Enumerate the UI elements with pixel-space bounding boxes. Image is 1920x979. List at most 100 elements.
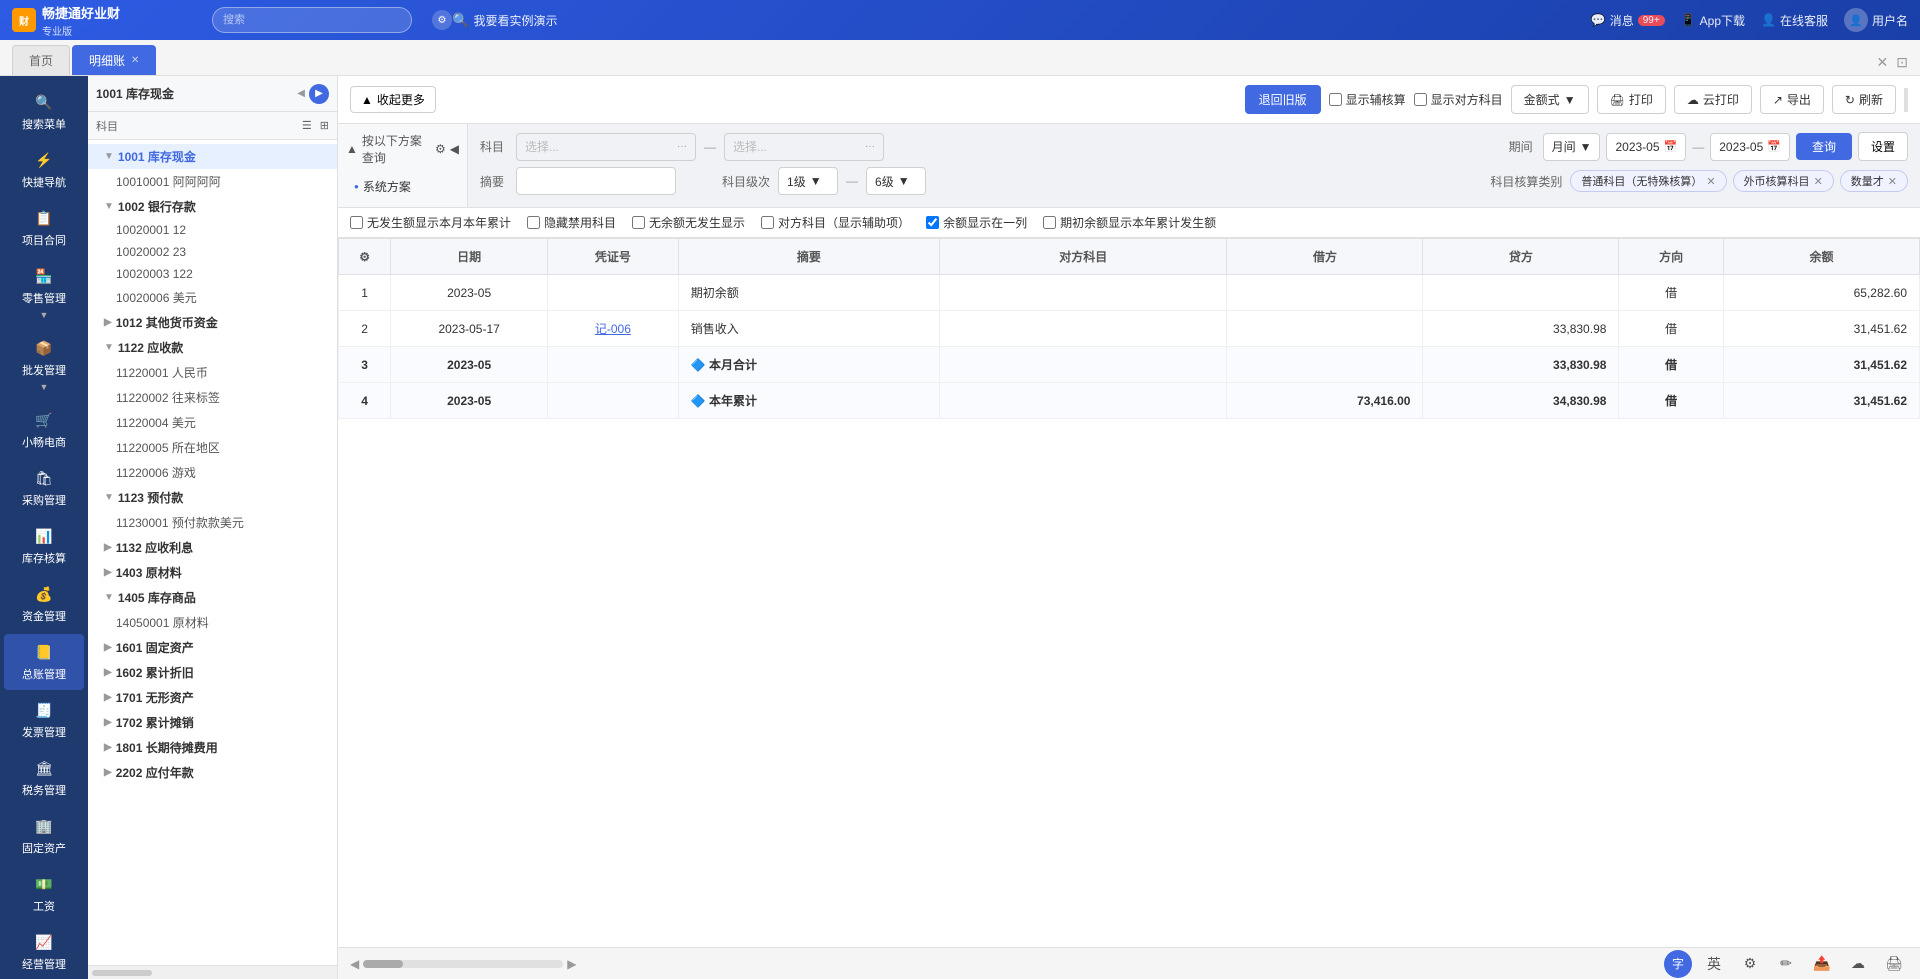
tab-ledger[interactable]: 明细账 ✕ — [72, 45, 156, 75]
tree-item-1132[interactable]: ▶ 1132 应收利息 — [88, 535, 337, 560]
sidebar-item-invoice[interactable]: 🧾 发票管理 — [4, 692, 84, 748]
calc-tag-foreign-close[interactable]: ✕ — [1814, 175, 1823, 188]
tree-item-1123[interactable]: ▼ 1123 预付款 — [88, 485, 337, 510]
export-btn[interactable]: ↗ 导出 — [1760, 85, 1824, 114]
sidebar-item-ledger[interactable]: 📒 总账管理 — [4, 634, 84, 690]
tree-item-1701[interactable]: ▶ 1701 无形资产 — [88, 685, 337, 710]
summary-input[interactable] — [516, 167, 676, 195]
tree-item-10020006[interactable]: 10020006 美元 — [88, 285, 337, 310]
show-opposite-checkbox[interactable]: 显示对方科目 — [1414, 91, 1503, 108]
bottom-print-icon[interactable]: 🖨 — [1880, 950, 1908, 978]
prev-account-icon[interactable]: ◀ — [297, 88, 305, 99]
return-old-btn[interactable]: 退回旧版 — [1245, 85, 1321, 114]
scroll-track[interactable] — [363, 960, 563, 968]
user-area[interactable]: 👤 用户名 — [1844, 8, 1908, 32]
scroll-right-btn[interactable]: ▶ — [567, 957, 576, 971]
subject-input-2[interactable]: 选择... ··· — [724, 133, 884, 161]
amount-mode-btn[interactable]: 金额式 ▼ — [1511, 85, 1589, 114]
sidebar-item-assets[interactable]: 🏢 固定资产 — [4, 808, 84, 864]
tree-scrollbar[interactable] — [88, 965, 337, 979]
tree-item-1403[interactable]: ▶ 1403 原材料 — [88, 560, 337, 585]
sidebar-item-project[interactable]: 📋 项目合同 — [4, 200, 84, 256]
option-no-occurrence[interactable]: 无发生额显示本月本年累计 — [350, 214, 511, 231]
tree-item-11220001[interactable]: 11220001 人民币 — [88, 360, 337, 385]
option-balance-one-col[interactable]: 余额显示在一列 — [926, 214, 1027, 231]
message-btn[interactable]: 💬 消息 99+ — [1591, 12, 1665, 29]
demo-link[interactable]: 🔍 我要看实例演示 — [452, 12, 557, 29]
tree-item-1405[interactable]: ▼ 1405 库存商品 — [88, 585, 337, 610]
scroll-left-btn[interactable]: ◀ — [350, 957, 359, 971]
level-start-select[interactable]: 1级 ▼ — [778, 167, 838, 195]
sidebar-item-capital[interactable]: 💰 资金管理 — [4, 576, 84, 632]
bottom-edit-icon[interactable]: ✏ — [1772, 950, 1800, 978]
online-service-btn[interactable]: 👤 在线客服 — [1761, 12, 1828, 29]
tree-item-1012[interactable]: ▶ 1012 其他货币资金 — [88, 310, 337, 335]
tree-item-1001[interactable]: ▼ 1001 库存现金 — [88, 144, 337, 169]
tab-home[interactable]: 首页 — [12, 45, 70, 75]
sidebar-item-inventory[interactable]: 📊 库存核算 — [4, 518, 84, 574]
calc-tag-foreign[interactable]: 外币核算科目 ✕ — [1733, 170, 1834, 192]
scheme-system[interactable]: ● 系统方案 — [346, 174, 459, 199]
tree-item-11220005[interactable]: 11220005 所在地区 — [88, 435, 337, 460]
refresh-btn[interactable]: ↻ 刷新 — [1832, 85, 1896, 114]
option-opposite-show-check[interactable] — [761, 216, 774, 229]
option-no-balance-hide[interactable]: 无余额无发生显示 — [632, 214, 745, 231]
subject-input-1[interactable]: 选择... ··· — [516, 133, 696, 161]
calc-tag-qty-close[interactable]: ✕ — [1888, 175, 1897, 188]
settings-icon[interactable]: ⚙ — [432, 10, 452, 30]
sidebar-item-operations[interactable]: 📈 经营管理 — [4, 924, 84, 979]
tree-item-10010001[interactable]: 10010001 阿阿阿阿 — [88, 169, 337, 194]
window-close-btn[interactable]: ✕ — [1877, 54, 1889, 71]
sidebar-item-retail[interactable]: 🏪 零售管理 ▼ — [4, 258, 84, 328]
show-helper-check[interactable] — [1329, 93, 1342, 106]
option-no-balance-hide-check[interactable] — [632, 216, 645, 229]
tree-item-2202[interactable]: ▶ 2202 应付年款 — [88, 760, 337, 785]
window-expand-btn[interactable]: ⊡ — [1896, 54, 1908, 71]
show-helper-checkbox[interactable]: 显示辅核算 — [1329, 91, 1406, 108]
tree-item-11230001[interactable]: 11230001 预付款款美元 — [88, 510, 337, 535]
input-method-btn[interactable]: 字 — [1664, 950, 1692, 978]
tree-item-11220006[interactable]: 11220006 游戏 — [88, 460, 337, 485]
calc-tag-close[interactable]: ✕ — [1706, 175, 1715, 188]
option-hide-disable-check[interactable] — [527, 216, 540, 229]
header-search-input[interactable] — [212, 7, 412, 33]
filter-setting-btn[interactable]: 设置 — [1858, 132, 1908, 161]
subject-dots-btn[interactable]: ··· — [677, 141, 687, 152]
calc-tag-normal[interactable]: 普通科目（无特殊核算） ✕ — [1570, 170, 1726, 192]
print-btn[interactable]: 🖨 打印 — [1597, 85, 1666, 114]
calc-tag-qty[interactable]: 数量才 ✕ — [1840, 170, 1908, 192]
filter-settings-icon[interactable]: ⚙ — [435, 142, 446, 156]
cloud-print-btn[interactable]: ☁ 云打印 — [1674, 85, 1752, 114]
expand-more-btn[interactable]: ▲ 收起更多 — [350, 86, 436, 113]
sidebar-item-ecommerce[interactable]: 🛒 小畅电商 — [4, 402, 84, 458]
sidebar-item-tax[interactable]: 🏛 税务管理 — [4, 750, 84, 806]
sidebar-item-search[interactable]: 🔍 搜索菜单 — [4, 84, 84, 140]
option-year-balance[interactable]: 期初余额显示本年累计发生额 — [1043, 214, 1216, 231]
bottom-cloud-icon[interactable]: ☁ — [1844, 950, 1872, 978]
option-balance-one-col-check[interactable] — [926, 216, 939, 229]
period-type-select[interactable]: 月间 ▼ — [1543, 133, 1601, 161]
tab-close-icon[interactable]: ✕ — [131, 55, 139, 66]
tree-item-11220004[interactable]: 11220004 美元 — [88, 410, 337, 435]
tree-expand-icon[interactable]: ⊞ — [320, 119, 329, 132]
tree-item-1122[interactable]: ▼ 1122 应收款 — [88, 335, 337, 360]
col-settings[interactable]: ⚙ — [339, 239, 391, 275]
option-opposite-show[interactable]: 对方科目（显示辅助项） — [761, 214, 910, 231]
level-end-select[interactable]: 6级 ▼ — [866, 167, 926, 195]
subject-dots-btn-2[interactable]: ··· — [865, 141, 875, 152]
sidebar-item-purchase[interactable]: 🛍 采购管理 — [4, 460, 84, 516]
tree-item-1002[interactable]: ▼ 1002 银行存款 — [88, 194, 337, 219]
tree-item-1602[interactable]: ▶ 1602 累计折旧 — [88, 660, 337, 685]
collapse-panel-btn[interactable] — [1904, 88, 1908, 112]
option-year-balance-check[interactable] — [1043, 216, 1056, 229]
next-account-btn[interactable]: ▶ — [309, 84, 329, 104]
tree-item-10020001[interactable]: 10020001 12 — [88, 219, 337, 241]
tree-item-14050001[interactable]: 14050001 原材料 — [88, 610, 337, 635]
sidebar-item-salary[interactable]: 💵 工资 — [4, 866, 84, 922]
app-download-btn[interactable]: 📱 App下载 — [1681, 12, 1745, 29]
period-start-input[interactable]: 2023-05 📅 — [1606, 133, 1686, 161]
bottom-settings-icon[interactable]: ⚙ — [1736, 950, 1764, 978]
bottom-upload-icon[interactable]: 📤 — [1808, 950, 1836, 978]
tree-item-1801[interactable]: ▶ 1801 长期待摊费用 — [88, 735, 337, 760]
sidebar-item-wholesale[interactable]: 📦 批发管理 ▼ — [4, 330, 84, 400]
